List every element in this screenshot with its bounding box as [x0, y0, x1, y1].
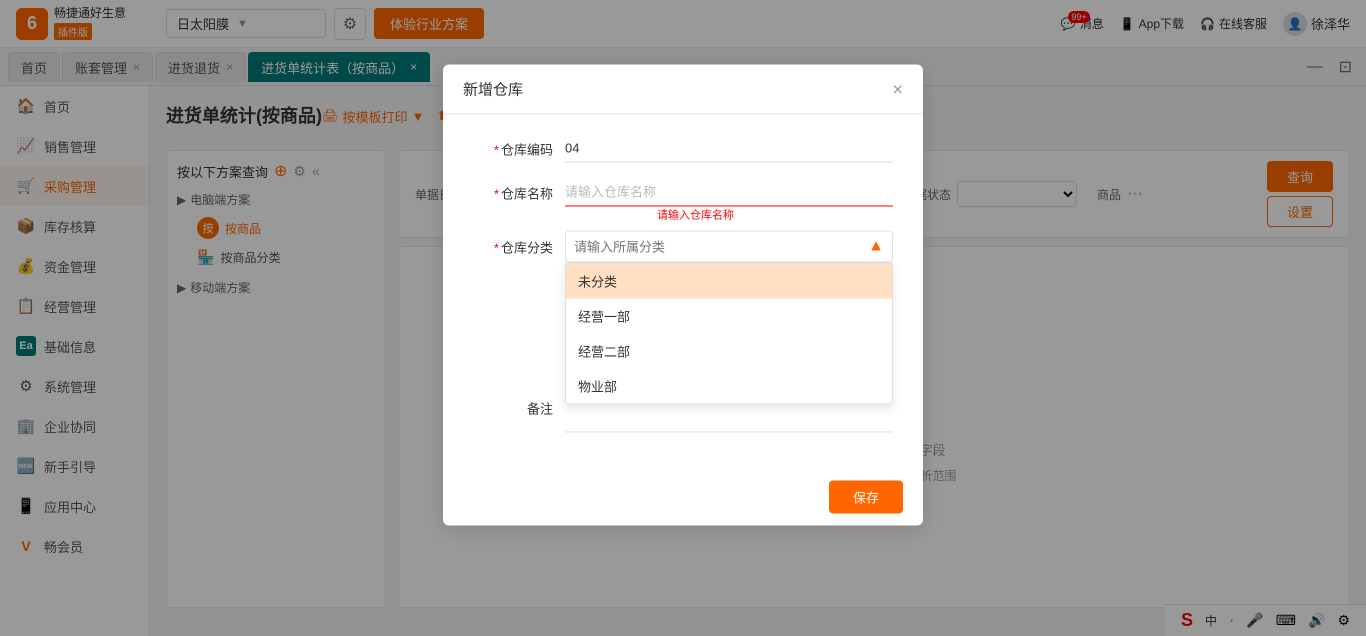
form-row-code: 仓库编码 — [473, 134, 893, 162]
category-input[interactable] — [574, 239, 868, 254]
form-row-name: 仓库名称 请输入仓库名称 — [473, 178, 893, 206]
name-error-msg: 请输入仓库名称 — [657, 206, 734, 222]
dropdown-item-2[interactable]: 经营二部 — [566, 333, 892, 368]
form-row-category: 仓库分类 ▲ 未分类 经营一部 经营二部 物业部 — [473, 230, 893, 262]
name-label: 仓库名称 — [473, 183, 553, 202]
dropdown-item-3[interactable]: 物业部 — [566, 368, 892, 403]
code-input[interactable] — [565, 134, 893, 162]
dropdown-up-arrow: ▲ — [868, 237, 884, 255]
category-label: 仓库分类 — [473, 237, 553, 256]
note-label: 备注 — [473, 398, 553, 417]
name-input[interactable] — [565, 178, 893, 206]
save-button[interactable]: 保存 — [829, 480, 903, 513]
code-label: 仓库编码 — [473, 139, 553, 158]
category-dropdown-list: 未分类 经营一部 经营二部 物业部 — [565, 262, 893, 404]
modal-header: 新增仓库 × — [443, 64, 923, 114]
modal-close-button[interactable]: × — [892, 80, 903, 98]
modal-footer: 保存 — [443, 468, 923, 525]
dropdown-item-0[interactable]: 未分类 — [566, 263, 892, 298]
category-dropdown-trigger[interactable]: ▲ — [565, 230, 893, 262]
category-wrap: ▲ 未分类 经营一部 经营二部 物业部 — [565, 230, 893, 262]
modal-body: 仓库编码 仓库名称 请输入仓库名称 仓库分类 ▲ 未分类 经营一部 经 — [443, 114, 923, 468]
add-warehouse-modal: 新增仓库 × 仓库编码 仓库名称 请输入仓库名称 仓库分类 ▲ — [443, 64, 923, 525]
dropdown-item-1[interactable]: 经营一部 — [566, 298, 892, 333]
modal-title: 新增仓库 — [463, 78, 523, 99]
